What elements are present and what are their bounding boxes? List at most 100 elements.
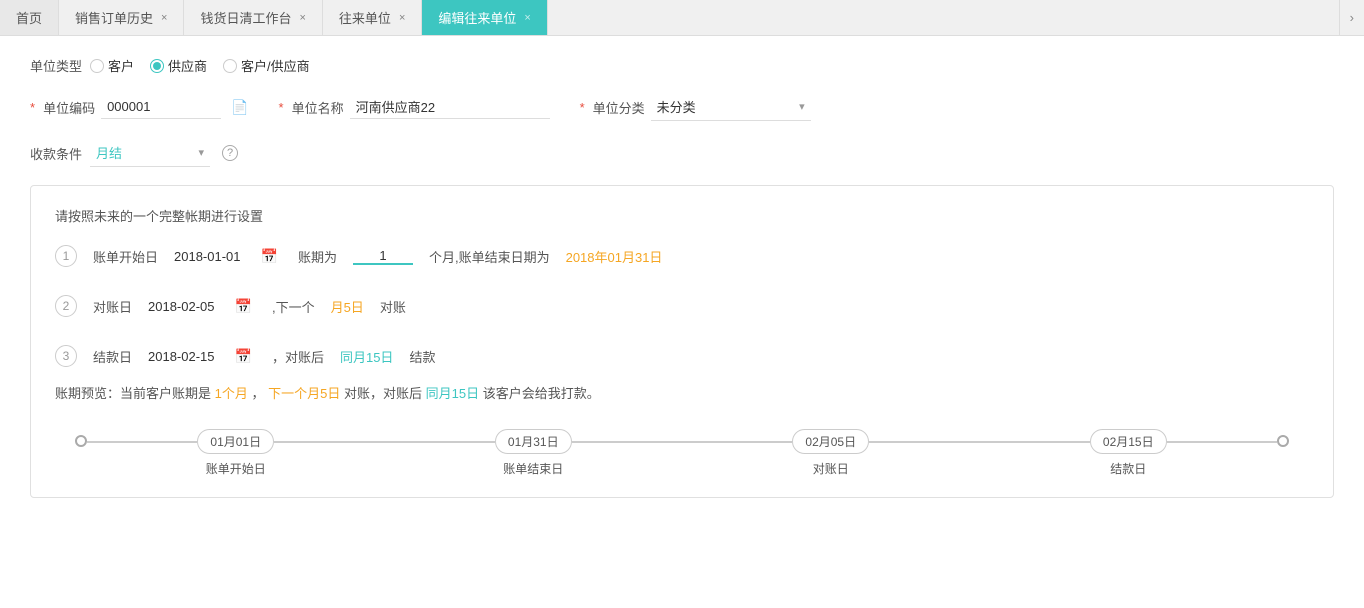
- tab-cash-label: 钱货日清工作台: [200, 8, 291, 27]
- step-3-label: 结款日: [93, 347, 132, 366]
- step-2-row: 2 对账日 2018-02-05 📅 ,下一个 月5日 对账: [55, 295, 1309, 317]
- radio-both-circle: [223, 59, 237, 73]
- tab-sales-label: 销售订单历史: [75, 8, 153, 27]
- step-2-suffix: 对账: [380, 297, 406, 316]
- tab-edit-partner[interactable]: 编辑往来单位 ×: [422, 0, 547, 35]
- step-1-label: 账单开始日: [93, 247, 158, 266]
- tab-partner-close[interactable]: ×: [399, 12, 405, 24]
- timeline-node-3: 02月05日 对账日: [682, 429, 980, 477]
- tab-more-arrow[interactable]: ›: [1339, 0, 1364, 35]
- radio-supplier-label: 供应商: [168, 56, 207, 75]
- preview-text3: 对账，对账后: [344, 386, 422, 401]
- step-1-num: 1: [55, 245, 77, 267]
- tab-edit-label: 编辑往来单位: [438, 8, 516, 27]
- step-3-num: 3: [55, 345, 77, 367]
- period-settings-section: 请按照未来的一个完整帐期进行设置 1 账单开始日 2018-01-01 📅 账期…: [30, 185, 1334, 498]
- timeline-node-4: 02月15日 结款日: [980, 429, 1278, 477]
- radio-both-label: 客户/供应商: [241, 56, 310, 75]
- timeline-pill-2: 01月31日: [495, 429, 572, 454]
- preview-highlight2: 下一个月5日: [268, 386, 340, 401]
- timeline-right-dot: [1277, 429, 1289, 447]
- timeline-node-2: 01月31日 账单结束日: [385, 429, 683, 477]
- radio-supplier-circle: [150, 59, 164, 73]
- unit-name-input[interactable]: [350, 95, 550, 119]
- preview-highlight1: 1个月: [215, 386, 248, 401]
- tab-sales-close[interactable]: ×: [161, 12, 167, 24]
- tab-sales-order-history[interactable]: 销售订单历史 ×: [59, 0, 184, 35]
- payment-terms-label: 收款条件: [30, 144, 82, 163]
- step-1-period-unit: 个月,账单结束日期为: [429, 247, 550, 266]
- unit-info-row: * 单位编码 📄 * 单位名称 * 单位分类 未分类 ▾: [30, 93, 1334, 121]
- step-3-row: 3 结款日 2018-02-15 📅 ，对账后 同月15日 结款: [55, 345, 1309, 367]
- step-3-calendar-icon[interactable]: 📅: [235, 348, 252, 365]
- tab-partner-unit[interactable]: 往来单位 ×: [323, 0, 422, 35]
- unit-name-group: * 单位名称: [279, 95, 550, 119]
- timeline-label-2: 账单结束日: [503, 460, 563, 477]
- step-1-end-date: 2018年01月31日: [566, 247, 663, 266]
- timeline-dot-left: [75, 435, 87, 447]
- timeline-label-4: 结款日: [1110, 460, 1146, 477]
- step-3-date: 2018-02-15: [148, 349, 215, 364]
- step-2-date: 2018-02-05: [148, 299, 215, 314]
- payment-terms-select[interactable]: 月结 ▾: [90, 139, 210, 167]
- unit-type-radio-group: 客户 供应商 客户/供应商: [90, 56, 310, 75]
- timeline-pill-3: 02月05日: [792, 429, 869, 454]
- radio-customer-circle: [90, 59, 104, 73]
- step-3-prefix: ，对账后: [272, 347, 324, 366]
- step-1-calendar-icon[interactable]: 📅: [261, 248, 278, 265]
- unit-category-value: 未分类: [657, 97, 795, 116]
- step-1-row: 1 账单开始日 2018-01-01 📅 账期为 个月,账单结束日期为 2018…: [55, 245, 1309, 267]
- timeline-node-1: 01月01日 账单开始日: [87, 429, 385, 477]
- tab-partner-label: 往来单位: [339, 8, 391, 27]
- tab-cash-clearing[interactable]: 钱货日清工作台 ×: [184, 0, 322, 35]
- unit-code-input[interactable]: [101, 95, 221, 119]
- tab-bar: 首页 销售订单历史 × 钱货日清工作台 × 往来单位 × 编辑往来单位 × ›: [0, 0, 1364, 36]
- cat-required-star: *: [580, 100, 585, 115]
- unit-type-label: 单位类型: [30, 56, 82, 75]
- step-2-highlight: 月5日: [331, 297, 364, 316]
- unit-category-label: 单位分类: [593, 98, 645, 117]
- category-chevron-icon: ▾: [799, 100, 805, 113]
- timeline-dot-right: [1277, 435, 1289, 447]
- period-input[interactable]: [353, 248, 413, 265]
- payment-terms-value: 月结: [96, 143, 194, 162]
- unit-code-group: * 单位编码 📄: [30, 95, 249, 119]
- radio-both[interactable]: 客户/供应商: [223, 56, 310, 75]
- payment-terms-row: 收款条件 月结 ▾ ?: [30, 139, 1334, 167]
- preview-highlight3: 同月15日: [426, 386, 479, 401]
- step-2-calendar-icon[interactable]: 📅: [235, 298, 252, 315]
- timeline-label-1: 账单开始日: [206, 460, 266, 477]
- tab-home-label: 首页: [16, 8, 42, 27]
- radio-supplier[interactable]: 供应商: [150, 56, 207, 75]
- step-3-highlight: 同月15日: [340, 347, 393, 366]
- section-title: 请按照未来的一个完整帐期进行设置: [55, 206, 1309, 225]
- tab-home[interactable]: 首页: [0, 0, 59, 35]
- step-2-num: 2: [55, 295, 77, 317]
- radio-customer-label: 客户: [108, 56, 134, 75]
- preview-text4: 该客户会给我打款。: [483, 386, 600, 401]
- unit-type-row: 单位类型 客户 供应商 客户/供应商: [30, 56, 1334, 75]
- timeline-left-dot: [75, 429, 87, 447]
- page-content: 单位类型 客户 供应商 客户/供应商 * 单位编码 📄 * 单位名称: [0, 36, 1364, 608]
- step-2-prefix: ,下一个: [272, 297, 315, 316]
- preview-label: 账期预览：当前客户账期是: [55, 386, 211, 401]
- payment-terms-help-icon[interactable]: ?: [222, 145, 238, 161]
- code-required-star: *: [30, 100, 35, 115]
- preview-sep1: ，: [252, 386, 265, 401]
- tab-cash-close[interactable]: ×: [299, 12, 305, 24]
- radio-customer[interactable]: 客户: [90, 56, 134, 75]
- timeline-pill-4: 02月15日: [1090, 429, 1167, 454]
- step-1-period-label: 账期为: [298, 247, 337, 266]
- step-3-suffix: 结款: [409, 347, 435, 366]
- unit-category-group: * 单位分类 未分类 ▾: [580, 93, 811, 121]
- step-1-date: 2018-01-01: [174, 249, 241, 264]
- step-2-label: 对账日: [93, 297, 132, 316]
- unit-code-calendar-icon[interactable]: 📄: [231, 99, 248, 116]
- tab-edit-close[interactable]: ×: [524, 12, 530, 24]
- payment-terms-chevron: ▾: [198, 146, 204, 159]
- unit-code-label: 单位编码: [43, 98, 95, 117]
- unit-category-select[interactable]: 未分类 ▾: [651, 93, 811, 121]
- timeline-pill-1: 01月01日: [197, 429, 274, 454]
- preview-text: 账期预览：当前客户账期是 1个月 ， 下一个月5日 对账，对账后 同月15日 该…: [55, 383, 1309, 405]
- timeline-label-3: 对账日: [813, 460, 849, 477]
